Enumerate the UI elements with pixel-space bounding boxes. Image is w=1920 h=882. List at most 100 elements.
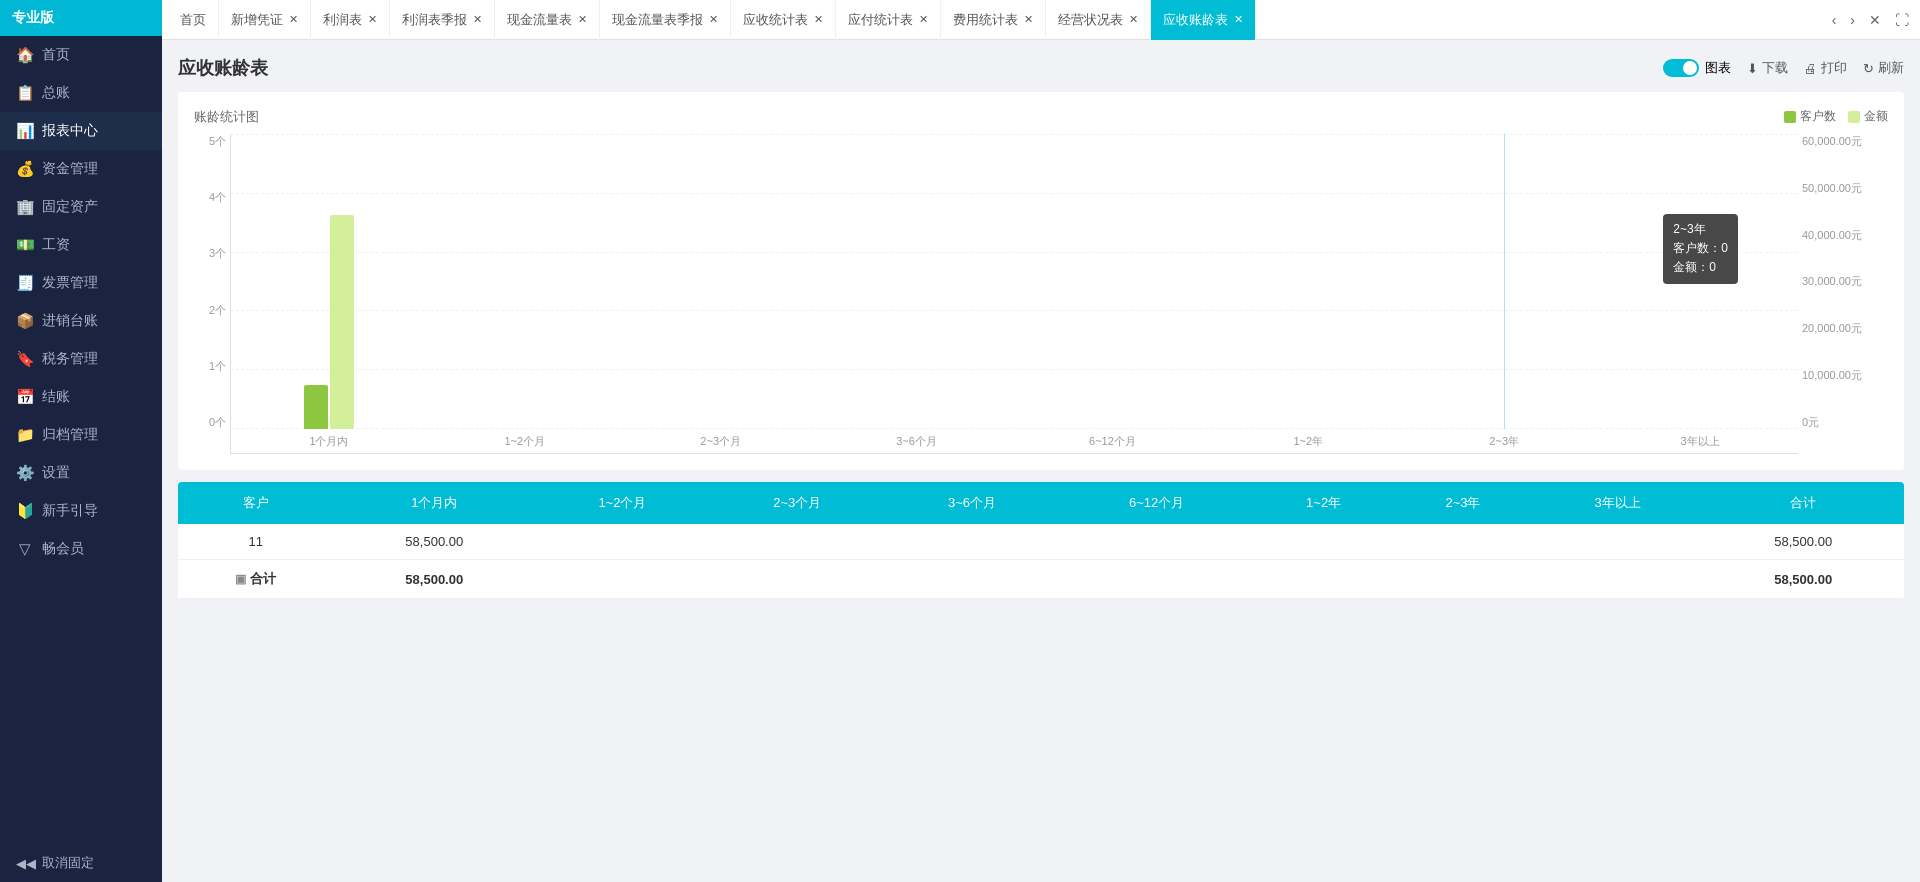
sidebar-item-salary[interactable]: 💵工资 <box>0 226 162 264</box>
sidebar-label-member: 畅会员 <box>42 540 84 558</box>
sidebar-item-capital[interactable]: 💰 资金管理 <box>0 150 162 188</box>
tab-cashflow-q[interactable]: 现金流量表季报✕ <box>600 0 731 40</box>
table-cell <box>1254 524 1393 560</box>
tab-expense[interactable]: 费用统计表✕ <box>941 0 1046 40</box>
tab-ar-stats[interactable]: 应收统计表 ✕ <box>731 0 836 40</box>
sidebar-item-ledger[interactable]: 📋总账 <box>0 74 162 112</box>
tab-close-ar-stats[interactable]: ✕ <box>814 13 823 26</box>
tab-prev-icon[interactable]: ‹ <box>1827 10 1842 30</box>
total-cell <box>710 560 885 599</box>
print-label: 打印 <box>1821 59 1847 77</box>
sidebar-item-closing[interactable]: 📅结账 <box>0 378 162 416</box>
table-cell <box>885 524 1060 560</box>
tab-close-expense[interactable]: ✕ <box>1024 13 1033 26</box>
sidebar-icon-guide: 🔰 <box>16 502 34 520</box>
sidebar-item-invoice[interactable]: 🧾 发票管理 <box>0 264 162 302</box>
legend-customers-label: 客户数 <box>1800 108 1836 125</box>
tab-close-all-icon[interactable]: ✕ <box>1864 10 1886 30</box>
sidebar-item-settings[interactable]: ⚙️ 设置 <box>0 454 162 492</box>
legend-amount: 金额 <box>1848 108 1888 125</box>
tab-profit[interactable]: 利润表✕ <box>311 0 390 40</box>
y-left-label: 1个 <box>209 359 226 374</box>
sidebar-label-settings: 设置 <box>42 464 70 482</box>
sidebar-label-capital: 资金管理 <box>42 160 98 178</box>
legend-amount-label: 金额 <box>1864 108 1888 125</box>
tab-next-icon[interactable]: › <box>1845 10 1860 30</box>
table-header-cell: 3~6个月 <box>885 482 1060 524</box>
tab-fullscreen-icon[interactable]: ⛶ <box>1890 10 1914 30</box>
total-cell: ▣合计 <box>178 560 334 599</box>
tab-ap-stats[interactable]: 应付统计表✕ <box>836 0 941 40</box>
legend-amount-dot <box>1848 111 1860 123</box>
sidebar-label-guide: 新手引导 <box>42 502 98 520</box>
table-header-cell: 3年以上 <box>1533 482 1703 524</box>
tab-close-cashflow[interactable]: ✕ <box>578 13 587 26</box>
sidebar-item-guide[interactable]: 🔰 新手引导 <box>0 492 162 530</box>
tab-label-ar-stats: 应收统计表 <box>743 11 808 29</box>
table-cell <box>1533 524 1703 560</box>
sidebar-icon-member: ▽ <box>16 540 34 558</box>
tab-close-business[interactable]: ✕ <box>1129 13 1138 26</box>
tab-navigation: ‹ › ✕ ⛶ <box>1827 10 1914 30</box>
download-button[interactable]: ⬇ 下载 <box>1747 59 1788 77</box>
y-right-label: 60,000.00元 <box>1802 134 1862 149</box>
sidebar-item-assets[interactable]: 🏢固定资产 <box>0 188 162 226</box>
main-area: 首页新增凭证✕利润表✕利润表季报✕现金流量表✕现金流量表季报✕应收统计表✕应付统… <box>162 0 1920 882</box>
page-header: 应收账龄表 图表 ⬇ 下载 🖨 打印 ↻ 刷新 <box>178 56 1904 80</box>
sidebar-item-sales[interactable]: 📦进销台账 <box>0 302 162 340</box>
table-cell: 11 <box>178 524 334 560</box>
table-header-cell: 1~2个月 <box>535 482 710 524</box>
table-header-cell: 6~12个月 <box>1059 482 1254 524</box>
sidebar-icon-invoice: 🧾 <box>16 274 34 292</box>
total-cell <box>1059 560 1254 599</box>
chart-toggle[interactable] <box>1663 59 1699 77</box>
sidebar-item-reports[interactable]: 📊报表中心 <box>0 112 162 150</box>
sidebar-item-archive[interactable]: 📁归档管理 <box>0 416 162 454</box>
sidebar-icon-settings: ⚙️ <box>16 464 34 482</box>
sidebar: 专业版 🏠首页📋总账📊报表中心💰资金管理🏢固定资产💵工资🧾发票管理📦进销台账🔖税… <box>0 0 162 882</box>
x-label: 1~2个月 <box>427 434 623 449</box>
tab-close-cashflow-q[interactable]: ✕ <box>709 13 718 26</box>
tab-label-cashflow: 现金流量表 <box>507 11 572 29</box>
sidebar-label-invoice: 发票管理 <box>42 274 98 292</box>
total-cell <box>1393 560 1532 599</box>
tab-close-profit-q[interactable]: ✕ <box>473 13 482 26</box>
sidebar-item-home[interactable]: 🏠首页 <box>0 36 162 74</box>
chart-container: 5个4个3个2个1个0个 2~3年客户数：0金额：0 1个月内1~2个月2~3个… <box>194 134 1888 454</box>
tab-voucher[interactable]: 新增凭证✕ <box>219 0 311 40</box>
bar-group-0 <box>231 134 427 429</box>
y-right-label: 30,000.00元 <box>1802 274 1862 289</box>
chart-area: 2~3年客户数：0金额：0 1个月内1~2个月2~3个月3~6个月6~12个月1… <box>230 134 1798 454</box>
tab-close-ap-stats[interactable]: ✕ <box>919 13 928 26</box>
bar-group-4 <box>1015 134 1211 429</box>
table-cell <box>1059 524 1254 560</box>
sidebar-item-member[interactable]: ▽ 畅会员 <box>0 530 162 568</box>
tab-close-profit[interactable]: ✕ <box>368 13 377 26</box>
tab-home[interactable]: 首页 <box>168 0 219 40</box>
legend-customers-dot <box>1784 111 1796 123</box>
tab-cashflow[interactable]: 现金流量表 ✕ <box>495 0 600 40</box>
total-cell: 58,500.00 <box>334 560 535 599</box>
unpin-button[interactable]: ◀◀ 取消固定 <box>0 844 162 882</box>
sidebar-icon-capital: 💰 <box>16 160 34 178</box>
tab-profit-q[interactable]: 利润表季报✕ <box>390 0 495 40</box>
sidebar-label-assets: 固定资产 <box>42 198 98 216</box>
tab-ar-aging[interactable]: 应收账龄表✕ <box>1151 0 1256 40</box>
unpin-label: 取消固定 <box>42 854 94 872</box>
tab-label-home: 首页 <box>180 11 206 29</box>
total-cell: 58,500.00 <box>1702 560 1904 599</box>
bar-group-7 <box>1602 134 1798 429</box>
sidebar-item-tax[interactable]: 🔖税务管理 <box>0 340 162 378</box>
tab-close-ar-aging[interactable]: ✕ <box>1234 13 1243 26</box>
sidebar-icon-archive: 📁 <box>16 426 34 444</box>
tab-close-voucher[interactable]: ✕ <box>289 13 298 26</box>
bar-group-2 <box>623 134 819 429</box>
print-button[interactable]: 🖨 打印 <box>1804 59 1847 77</box>
tab-business[interactable]: 经营状况表✕ <box>1046 0 1151 40</box>
sidebar-icon-sales: 📦 <box>16 312 34 330</box>
refresh-button[interactable]: ↻ 刷新 <box>1863 59 1904 77</box>
sidebar-icon-ledger: 📋 <box>16 84 34 102</box>
sidebar-label-tax: 税务管理 <box>42 350 98 368</box>
y-axis-right: 60,000.00元50,000.00元40,000.00元30,000.00元… <box>1798 134 1888 454</box>
refresh-label: 刷新 <box>1878 59 1904 77</box>
